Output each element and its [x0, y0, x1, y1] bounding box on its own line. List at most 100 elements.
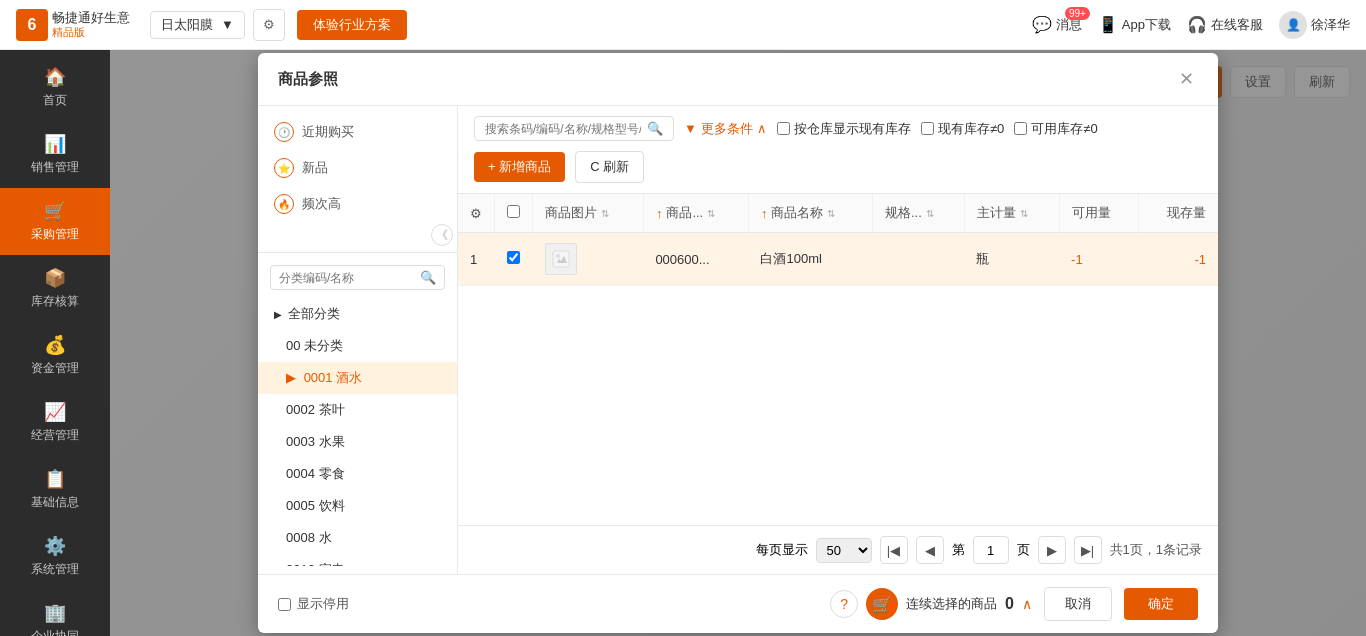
show-disabled-checkbox[interactable] [278, 598, 291, 611]
dialog-close-button[interactable]: ✕ [1174, 67, 1198, 91]
cat-all[interactable]: ▶ 全部分类 [258, 298, 457, 330]
quick-filter-frequent[interactable]: 🔥 频次高 [258, 186, 457, 222]
user-profile-nav[interactable]: 👤 徐泽华 [1279, 11, 1350, 39]
filter-bar: 🔍 ▼ 更多条件 ∧ 按仓库显示现有库存 [458, 106, 1218, 194]
more-conditions-button[interactable]: ▼ 更多条件 ∧ [684, 120, 767, 138]
table-row[interactable]: 1 [458, 233, 1218, 286]
cancel-button[interactable]: 取消 [1044, 587, 1112, 621]
th-settings[interactable]: ⚙ [458, 194, 495, 233]
app-logo[interactable]: 6 畅捷通好生意 精品版 [16, 9, 130, 41]
next-page-button[interactable]: ▶ [1038, 536, 1066, 564]
th-name[interactable]: ↑ 商品名称 ⇅ [748, 194, 872, 233]
th-spec[interactable]: 规格... ⇅ [872, 194, 964, 233]
table-body: 1 [458, 233, 1218, 286]
check-available-stock[interactable]: 可用库存≠0 [1014, 120, 1097, 138]
cat-liquor[interactable]: ▶ 0001 酒水 [258, 362, 457, 394]
product-thumbnail [545, 243, 577, 275]
sidebar-item-sales[interactable]: 📊 销售管理 [0, 121, 110, 188]
collapse-cart-button[interactable]: ∧ [1022, 596, 1032, 612]
category-search-input[interactable] [279, 271, 414, 285]
cat-appliance[interactable]: 0010 家电 [258, 554, 457, 566]
settings-icon[interactable]: ⚙ [253, 9, 285, 41]
available-stock-checkbox[interactable] [1014, 122, 1027, 135]
cart-icon[interactable]: 🛒 [866, 588, 898, 620]
current-stock-checkbox[interactable] [921, 122, 934, 135]
page-label: 第 [952, 541, 965, 559]
online-service-nav[interactable]: 🎧 在线客服 [1187, 15, 1263, 34]
store-selector[interactable]: 日太阳膜 ▼ [150, 11, 245, 39]
divider [258, 252, 457, 253]
cat-snack[interactable]: 0004 零食 [258, 458, 457, 490]
expand-icon: ▶ [274, 309, 282, 320]
row-checkbox[interactable] [507, 251, 520, 264]
content-area: 查询 设置 刷新 商品参照 ✕ 🕐 [110, 50, 1366, 636]
main-layout: 🏠 首页 📊 销售管理 🛒 采购管理 📦 库存核算 💰 资金管理 📈 经营管理 … [0, 50, 1366, 636]
messages-nav[interactable]: 💬 消息 99+ [1032, 15, 1082, 34]
dialog-body: 🕐 近期购买 ⭐ 新品 🔥 频次高 《 [258, 106, 1218, 574]
page-number-input[interactable] [973, 536, 1009, 564]
sidebar-item-enterprise[interactable]: 🏢 企业协同 [0, 590, 110, 636]
product-table-wrap: ⚙ 商品图片 ⇅ [458, 194, 1218, 525]
th-available[interactable]: 可用量 [1059, 194, 1139, 233]
select-all-checkbox[interactable] [507, 205, 520, 218]
left-panel: 🕐 近期购买 ⭐ 新品 🔥 频次高 《 [258, 106, 458, 574]
product-search-wrap[interactable]: 🔍 [474, 116, 674, 141]
prev-page-button[interactable]: ◀ [916, 536, 944, 564]
collapse-panel-button[interactable]: 《 [431, 224, 453, 246]
add-product-button[interactable]: + 新增商品 [474, 152, 565, 182]
product-search-input[interactable] [485, 122, 641, 136]
logo-icon: 6 [16, 9, 48, 41]
sidebar-item-purchase[interactable]: 🛒 采购管理 [0, 188, 110, 255]
th-checkbox[interactable] [495, 194, 533, 233]
headset-icon: 🎧 [1187, 15, 1207, 34]
purchase-icon: 🛒 [44, 200, 66, 222]
cat-water[interactable]: 0008 水 [258, 522, 457, 554]
sidebar-item-home[interactable]: 🏠 首页 [0, 54, 110, 121]
td-checkbox[interactable] [495, 233, 533, 286]
show-disabled-check[interactable]: 显示停用 [278, 595, 349, 613]
filter-icon: ▼ [684, 121, 697, 136]
sidebar-item-finance[interactable]: 💰 资金管理 [0, 322, 110, 389]
th-stock[interactable]: 现存量 [1139, 194, 1218, 233]
check-current-stock[interactable]: 现有库存≠0 [921, 120, 1004, 138]
td-stock: -1 [1139, 233, 1218, 286]
th-code[interactable]: ↑ 商品... ⇅ [643, 194, 748, 233]
warehouse-stock-checkbox[interactable] [777, 122, 790, 135]
sidebar-item-basic-info[interactable]: 📋 基础信息 [0, 456, 110, 523]
chevron-up-icon: ∧ [757, 121, 767, 136]
active-tri: ▶ [286, 370, 296, 385]
sidebar-item-system[interactable]: ⚙️ 系统管理 [0, 523, 110, 590]
last-page-button[interactable]: ▶| [1074, 536, 1102, 564]
confirm-button[interactable]: 确定 [1124, 588, 1198, 620]
page-suffix: 页 [1017, 541, 1030, 559]
right-panel: 🔍 ▼ 更多条件 ∧ 按仓库显示现有库存 [458, 106, 1218, 574]
sidebar-item-operations[interactable]: 📈 经营管理 [0, 389, 110, 456]
cart-area: ? 🛒 连续选择的商品 0 ∧ [830, 588, 1032, 620]
product-search-icon[interactable]: 🔍 [647, 121, 663, 136]
search-icon[interactable]: 🔍 [420, 270, 436, 285]
product-reference-dialog: 商品参照 ✕ 🕐 近期购买 ⭐ 新品 [258, 53, 1218, 633]
logo-text: 畅捷通好生意 精品版 [52, 10, 130, 39]
td-image [533, 233, 644, 286]
cat-beverage[interactable]: 0005 饮料 [258, 490, 457, 522]
th-unit[interactable]: 主计量 ⇅ [964, 194, 1059, 233]
td-index: 1 [458, 233, 495, 286]
cat-fruit[interactable]: 0003 水果 [258, 426, 457, 458]
enterprise-icon: 🏢 [44, 602, 66, 624]
cat-tea[interactable]: 0002 茶叶 [258, 394, 457, 426]
quick-filter-new[interactable]: ⭐ 新品 [258, 150, 457, 186]
dialog-title: 商品参照 [278, 70, 338, 89]
category-search-box[interactable]: 🔍 [270, 265, 445, 290]
refresh-button[interactable]: C 刷新 [575, 151, 644, 183]
help-icon[interactable]: ? [830, 590, 858, 618]
first-page-button[interactable]: |◀ [880, 536, 908, 564]
sidebar-item-inventory[interactable]: 📦 库存核算 [0, 255, 110, 322]
sort-icon4: ⇅ [1020, 208, 1028, 219]
page-size-select[interactable]: 50 10 20 100 [816, 538, 872, 563]
app-download-nav[interactable]: 📱 App下载 [1098, 15, 1171, 34]
sort-icon: ⇅ [601, 208, 609, 219]
quick-filter-recent[interactable]: 🕐 近期购买 [258, 114, 457, 150]
cat-uncategorized[interactable]: 00 未分类 [258, 330, 457, 362]
check-warehouse-stock[interactable]: 按仓库显示现有库存 [777, 120, 911, 138]
cta-button[interactable]: 体验行业方案 [297, 10, 407, 40]
